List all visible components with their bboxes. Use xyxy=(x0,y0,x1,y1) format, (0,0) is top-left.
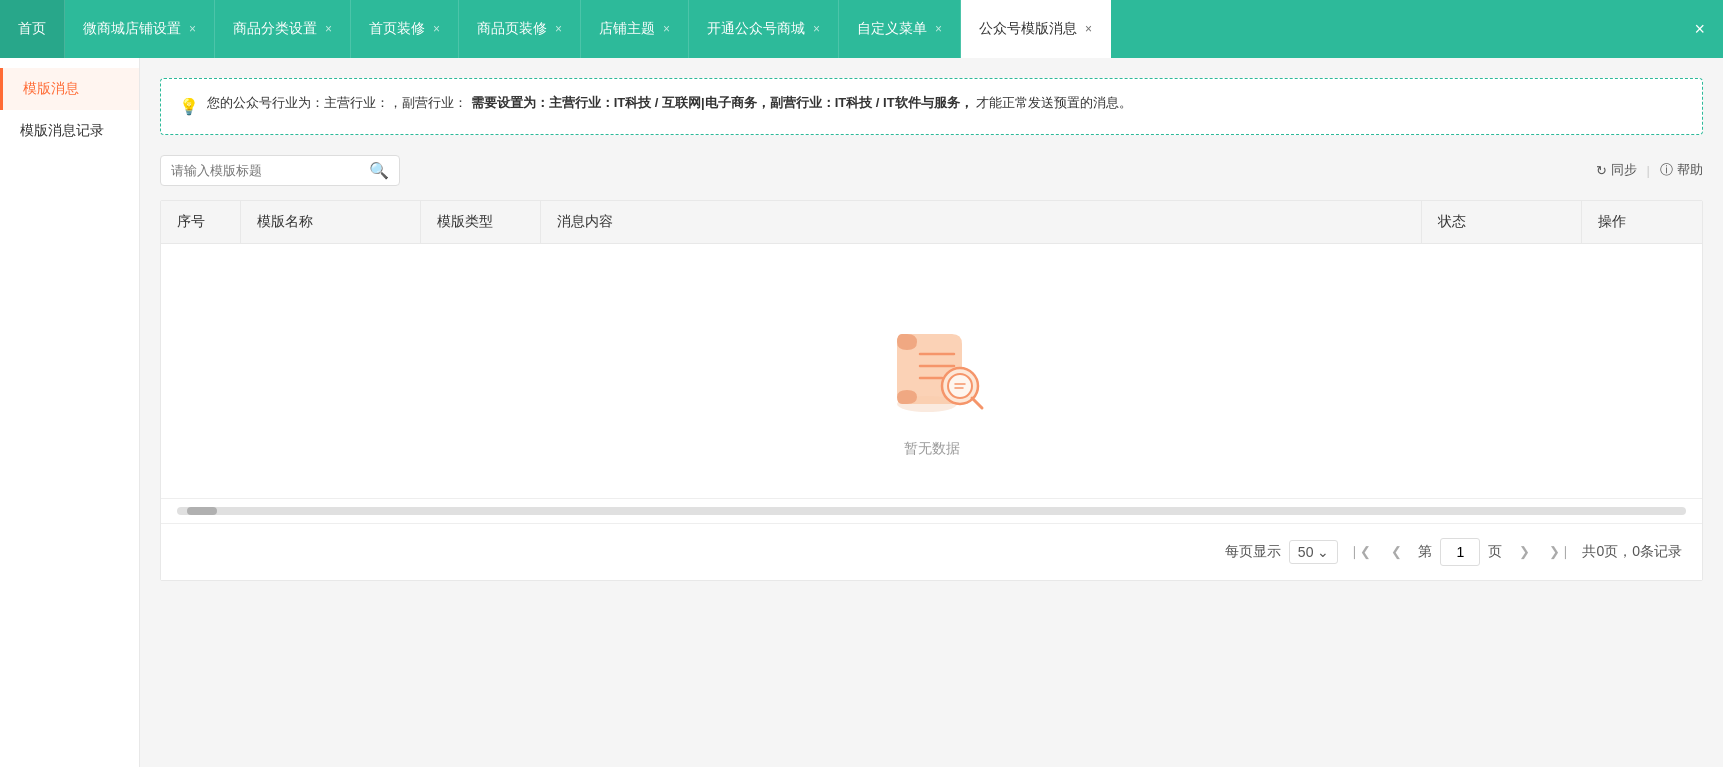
tab-shop-theme-label: 店铺主题 xyxy=(599,20,655,38)
tab-shop-setting[interactable]: 微商城店铺设置 × xyxy=(65,0,215,58)
notice-text-suffix: 才能正常发送预置的消息。 xyxy=(976,95,1132,110)
tab-template-msg-label: 公众号模版消息 xyxy=(979,20,1077,38)
tab-product-decor[interactable]: 商品页装修 × xyxy=(459,0,581,58)
scrollbar-thumb[interactable] xyxy=(187,507,217,515)
data-table: 序号 模版名称 模版类型 消息内容 状态 操作 xyxy=(160,200,1703,581)
page-label-di: 第 xyxy=(1418,543,1432,561)
content-area: 💡 您的公众号行业为：主营行业：，副营行业： 需要设置为：主营行业：IT科技 /… xyxy=(140,58,1723,767)
page-prev-button[interactable]: ❮ xyxy=(1382,538,1410,566)
notice-text-bold: 需要设置为：主营行业：IT科技 / 互联网|电子商务，副营行业：IT科技 / I… xyxy=(471,95,973,110)
tab-home-decor[interactable]: 首页装修 × xyxy=(351,0,459,58)
page-first-button[interactable]: ❘❮ xyxy=(1346,538,1374,566)
toolbar-right: ↻ 同步 | ⓘ 帮助 xyxy=(1596,161,1703,179)
tab-custom-menu-close[interactable]: × xyxy=(935,22,942,36)
empty-icon xyxy=(872,304,992,424)
tab-custom-menu-label: 自定义菜单 xyxy=(857,20,927,38)
col-type: 模版类型 xyxy=(421,201,541,243)
page-last-button[interactable]: ❯❘ xyxy=(1546,538,1574,566)
page-size-label: 每页显示 xyxy=(1225,543,1281,561)
sync-label: 同步 xyxy=(1611,161,1637,179)
sidebar-item-template-msg-label: 模版消息 xyxy=(23,80,79,96)
page-size-select[interactable]: 50 ⌄ xyxy=(1289,540,1339,564)
page-total: 共0页，0条记录 xyxy=(1582,543,1682,561)
sync-button[interactable]: ↻ 同步 xyxy=(1596,161,1637,179)
col-seq: 序号 xyxy=(161,201,241,243)
col-name: 模版名称 xyxy=(241,201,421,243)
notice-icon: 💡 xyxy=(179,94,199,120)
notice-text: 您的公众号行业为：主营行业：，副营行业： 需要设置为：主营行业：IT科技 / 互… xyxy=(207,93,1132,114)
col-status: 状态 xyxy=(1422,201,1582,243)
tab-shop-setting-label: 微商城店铺设置 xyxy=(83,20,181,38)
pagination: 每页显示 50 ⌄ ❘❮ ❮ 第 1 页 ❯ ❯❘ 共0页，0条记录 xyxy=(161,523,1702,580)
tab-home-decor-label: 首页装修 xyxy=(369,20,425,38)
help-label: 帮助 xyxy=(1677,161,1703,179)
tab-bar: 首页 微商城店铺设置 × 商品分类设置 × 首页装修 × 商品页装修 × 店铺主… xyxy=(0,0,1723,58)
search-input-wrap: 🔍 xyxy=(160,155,400,186)
help-icon: ⓘ xyxy=(1660,161,1673,179)
sync-icon: ↻ xyxy=(1596,163,1607,178)
sidebar-item-template-msg-record[interactable]: 模版消息记录 xyxy=(0,110,139,152)
toolbar-divider: | xyxy=(1647,163,1650,178)
close-all-button[interactable]: × xyxy=(1676,0,1723,58)
tab-shop-setting-close[interactable]: × xyxy=(189,22,196,36)
page-size-arrow-icon: ⌄ xyxy=(1317,544,1329,560)
tab-template-msg-close[interactable]: × xyxy=(1085,22,1092,36)
sidebar: 模版消息 模版消息记录 xyxy=(0,58,140,767)
notice-text-prefix: 您的公众号行业为：主营行业：，副营行业： xyxy=(207,95,467,110)
tab-home-decor-close[interactable]: × xyxy=(433,22,440,36)
page-number-input[interactable]: 1 xyxy=(1440,538,1480,566)
tab-home[interactable]: 首页 xyxy=(0,0,65,58)
tab-custom-menu[interactable]: 自定义菜单 × xyxy=(839,0,961,58)
tab-shop-theme-close[interactable]: × xyxy=(663,22,670,36)
sidebar-item-template-msg-record-label: 模版消息记录 xyxy=(20,122,104,138)
tab-template-msg[interactable]: 公众号模版消息 × xyxy=(961,0,1111,58)
tab-shop-theme[interactable]: 店铺主题 × xyxy=(581,0,689,58)
scrollbar-track[interactable] xyxy=(177,507,1686,515)
search-input[interactable] xyxy=(171,163,369,178)
tab-home-label: 首页 xyxy=(18,20,46,38)
page-size-value: 50 xyxy=(1298,544,1314,560)
notice-box: 💡 您的公众号行业为：主营行业：，副营行业： 需要设置为：主营行业：IT科技 /… xyxy=(160,78,1703,135)
main-layout: 模版消息 模版消息记录 💡 您的公众号行业为：主营行业：，副营行业： 需要设置为… xyxy=(0,58,1723,767)
help-button[interactable]: ⓘ 帮助 xyxy=(1660,161,1703,179)
tab-category-setting-label: 商品分类设置 xyxy=(233,20,317,38)
tab-product-decor-close[interactable]: × xyxy=(555,22,562,36)
scrollbar-area xyxy=(161,498,1702,523)
svg-line-6 xyxy=(972,398,982,408)
page-unit: 页 xyxy=(1488,543,1502,561)
search-bar: 🔍 ↻ 同步 | ⓘ 帮助 xyxy=(160,155,1703,186)
tab-product-decor-label: 商品页装修 xyxy=(477,20,547,38)
table-header: 序号 模版名称 模版类型 消息内容 状态 操作 xyxy=(161,201,1702,244)
col-content: 消息内容 xyxy=(541,201,1422,243)
tab-open-mall-close[interactable]: × xyxy=(813,22,820,36)
empty-state: 暂无数据 xyxy=(161,244,1702,498)
sidebar-item-template-msg[interactable]: 模版消息 xyxy=(0,68,139,110)
tab-open-mall-label: 开通公众号商城 xyxy=(707,20,805,38)
close-all-icon: × xyxy=(1694,19,1705,40)
tab-open-mall[interactable]: 开通公众号商城 × xyxy=(689,0,839,58)
search-icon[interactable]: 🔍 xyxy=(369,161,389,180)
page-next-button[interactable]: ❯ xyxy=(1510,538,1538,566)
tab-category-setting-close[interactable]: × xyxy=(325,22,332,36)
empty-text: 暂无数据 xyxy=(904,440,960,458)
col-action: 操作 xyxy=(1582,201,1702,243)
tab-category-setting[interactable]: 商品分类设置 × xyxy=(215,0,351,58)
svg-point-5 xyxy=(948,374,972,398)
